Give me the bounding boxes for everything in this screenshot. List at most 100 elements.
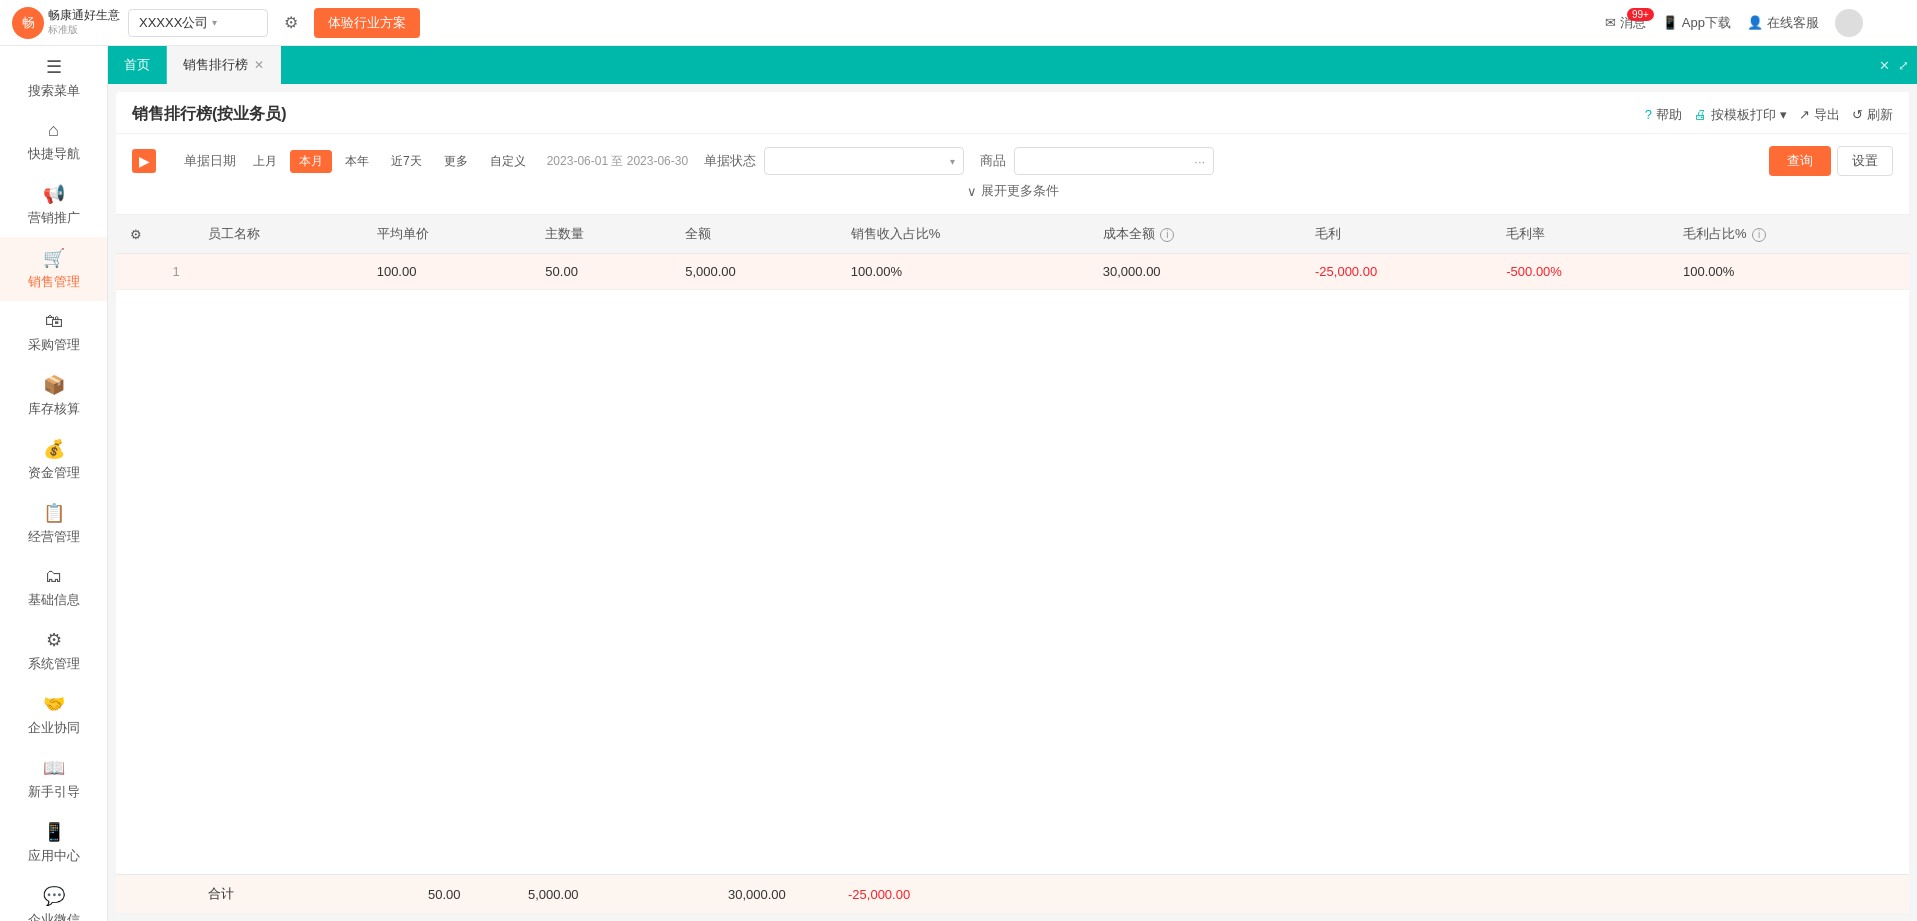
- page-title: 销售排行榜(按业务员): [132, 104, 1645, 125]
- top-bar: 畅 畅康通好生意 标准版 XXXXX公司 ▾ ⚙ 体验行业方案 ✉ 消息 99+…: [0, 0, 1917, 46]
- col-profit-pct: 毛利占比% i: [1671, 215, 1909, 254]
- sidebar-item-app-center[interactable]: 📱 应用中心: [0, 811, 107, 875]
- logo-icon: 畅: [12, 7, 44, 39]
- row-settings: [116, 254, 156, 290]
- tab-home[interactable]: 首页: [108, 46, 167, 84]
- template-print-button[interactable]: 🖨 按模板打印 ▾: [1694, 106, 1787, 124]
- purchase-icon: 🛍: [45, 311, 63, 332]
- main-layout: ☰ 搜索菜单 ⌂ 快捷导航 📢 营销推广 🛒 销售管理 🛍 采购管理 📦 库存核…: [0, 46, 1917, 921]
- row-profit-pct: 100.00%: [1671, 254, 1909, 290]
- export-icon: ↗: [1799, 107, 1810, 122]
- settings-button[interactable]: 设置: [1837, 146, 1893, 176]
- pill-last-month[interactable]: 上月: [244, 150, 286, 173]
- action-buttons: 查询 设置: [1769, 146, 1893, 176]
- chevron-down-icon: ▾: [212, 17, 217, 28]
- sidebar-item-sales[interactable]: 🛒 销售管理: [0, 237, 107, 301]
- sidebar-item-operations[interactable]: 📋 经营管理: [0, 492, 107, 556]
- logo-sub: 标准版: [48, 23, 120, 37]
- settings-icon[interactable]: ⚙: [276, 8, 306, 38]
- row-rank: 1: [156, 254, 196, 290]
- row-sales-pct: 100.00%: [839, 254, 1091, 290]
- refresh-icon: ↺: [1852, 107, 1863, 122]
- date-range-text: 2023-06-01 至 2023-06-30: [547, 153, 688, 170]
- cost-info-icon[interactable]: i: [1160, 228, 1174, 242]
- sidebar-item-inventory[interactable]: 📦 库存核算: [0, 364, 107, 428]
- sidebar-item-finance[interactable]: 💰 资金管理: [0, 428, 107, 492]
- col-settings-icon[interactable]: ⚙: [130, 227, 142, 242]
- app-download-button[interactable]: 📱 App下载: [1662, 14, 1731, 32]
- row-avg-price: 100.00: [365, 254, 534, 290]
- sidebar-item-basic-info[interactable]: 🗂 基础信息: [0, 556, 107, 619]
- goods-placeholder: [1023, 152, 1190, 170]
- col-profit: 毛利: [1303, 215, 1494, 254]
- col-sales-pct: 销售收入占比%: [839, 215, 1091, 254]
- table-wrapper: ⚙ 员工名称 平均单价 主数量 全额 销售收入占比% 成本全额 i: [116, 215, 1909, 874]
- filter-arrow-icon[interactable]: ▶: [132, 149, 156, 173]
- goods-input[interactable]: ···: [1014, 147, 1214, 175]
- tab-bar: 首页 销售排行榜 ✕ ✕ ⤢: [108, 46, 1917, 84]
- tab-bar-right: ✕ ⤢: [1879, 58, 1917, 73]
- online-service-button[interactable]: 👤 在线客服: [1747, 14, 1819, 32]
- tab-expand-icon[interactable]: ⤢: [1898, 58, 1909, 73]
- tab-sales-ranking[interactable]: 销售排行榜 ✕: [167, 46, 281, 84]
- search-icon: ☰: [46, 56, 62, 78]
- home-icon: ⌂: [48, 120, 59, 141]
- avatar[interactable]: [1835, 9, 1863, 37]
- sidebar-item-purchase[interactable]: 🛍 采购管理: [0, 301, 107, 364]
- col-avg-price: 平均单价: [365, 215, 534, 254]
- sidebar-item-search[interactable]: ☰ 搜索菜单: [0, 46, 107, 110]
- date-label: 单据日期: [184, 152, 236, 170]
- finance-icon: 💰: [43, 438, 65, 460]
- status-select[interactable]: ▾: [764, 147, 964, 175]
- content-area: 首页 销售排行榜 ✕ ✕ ⤢ 销售排行榜(按业务员) ?: [108, 46, 1917, 921]
- more-dots-icon[interactable]: ···: [1194, 154, 1205, 169]
- date-filter: 单据日期 上月 本月 本年 近7天 更多 自定义 2023-06-01 至 20…: [184, 150, 688, 173]
- tab-close-icon[interactable]: ✕: [254, 58, 264, 72]
- service-icon: 👤: [1747, 15, 1763, 30]
- profit-pct-info-icon[interactable]: i: [1752, 228, 1766, 242]
- sidebar-item-wechat[interactable]: 💬 企业微信: [0, 875, 107, 921]
- sidebar-item-enterprise[interactable]: 🤝 企业协同: [0, 683, 107, 747]
- query-button[interactable]: 查询: [1769, 146, 1831, 176]
- print-chevron-icon: ▾: [1780, 107, 1787, 122]
- footer-label: 合计: [208, 886, 234, 901]
- status-value: [773, 152, 877, 170]
- pill-more[interactable]: 更多: [435, 150, 477, 173]
- table-header-row: ⚙ 员工名称 平均单价 主数量 全额 销售收入占比% 成本全额 i: [116, 215, 1909, 254]
- pill-custom[interactable]: 自定义: [481, 150, 535, 173]
- guide-icon: 📖: [43, 757, 65, 779]
- marketing-icon: 📢: [43, 183, 65, 205]
- col-settings: ⚙: [116, 215, 156, 254]
- row-name: [196, 254, 365, 290]
- inventory-icon: 📦: [43, 374, 65, 396]
- message-badge: 99+: [1627, 8, 1654, 21]
- top-bar-right: ✉ 消息 99+ 📱 App下载 👤 在线客服: [1605, 9, 1905, 37]
- trial-button[interactable]: 体验行业方案: [314, 8, 420, 38]
- row-quantity: 50.00: [533, 254, 673, 290]
- row-cost: 30,000.00: [1091, 254, 1303, 290]
- col-quantity: 主数量: [533, 215, 673, 254]
- tab-close-all-icon[interactable]: ✕: [1879, 58, 1890, 73]
- sidebar-item-marketing[interactable]: 📢 营销推广: [0, 173, 107, 237]
- row-profit: -25,000.00: [1303, 254, 1494, 290]
- chevron-down-expand-icon: ∨: [967, 184, 977, 199]
- company-selector[interactable]: XXXXX公司 ▾: [128, 9, 268, 37]
- pill-last-7[interactable]: 近7天: [382, 150, 431, 173]
- row-profit-rate: -500.00%: [1494, 254, 1671, 290]
- sidebar-item-system[interactable]: ⚙ 系统管理: [0, 619, 107, 683]
- pill-this-year[interactable]: 本年: [336, 150, 378, 173]
- col-profit-rate: 毛利率: [1494, 215, 1671, 254]
- message-button[interactable]: ✉ 消息 99+: [1605, 14, 1646, 32]
- page-actions: ? 帮助 🖨 按模板打印 ▾ ↗ 导出 ↺: [1645, 106, 1893, 124]
- date-pills: 上月 本月 本年 近7天 更多 自定义: [244, 150, 535, 173]
- export-button[interactable]: ↗ 导出: [1799, 106, 1840, 124]
- expand-more-button[interactable]: ∨ 展开更多条件: [132, 176, 1893, 206]
- refresh-button[interactable]: ↺ 刷新: [1852, 106, 1893, 124]
- pill-this-month[interactable]: 本月: [290, 150, 332, 173]
- sidebar-item-quick-nav[interactable]: ⌂ 快捷导航: [0, 110, 107, 173]
- help-button[interactable]: ? 帮助: [1645, 106, 1682, 124]
- col-amount: 全额: [673, 215, 839, 254]
- footer-quantity: 50.00: [428, 887, 461, 902]
- sidebar-item-guide[interactable]: 📖 新手引导: [0, 747, 107, 811]
- help-icon: ?: [1645, 107, 1652, 122]
